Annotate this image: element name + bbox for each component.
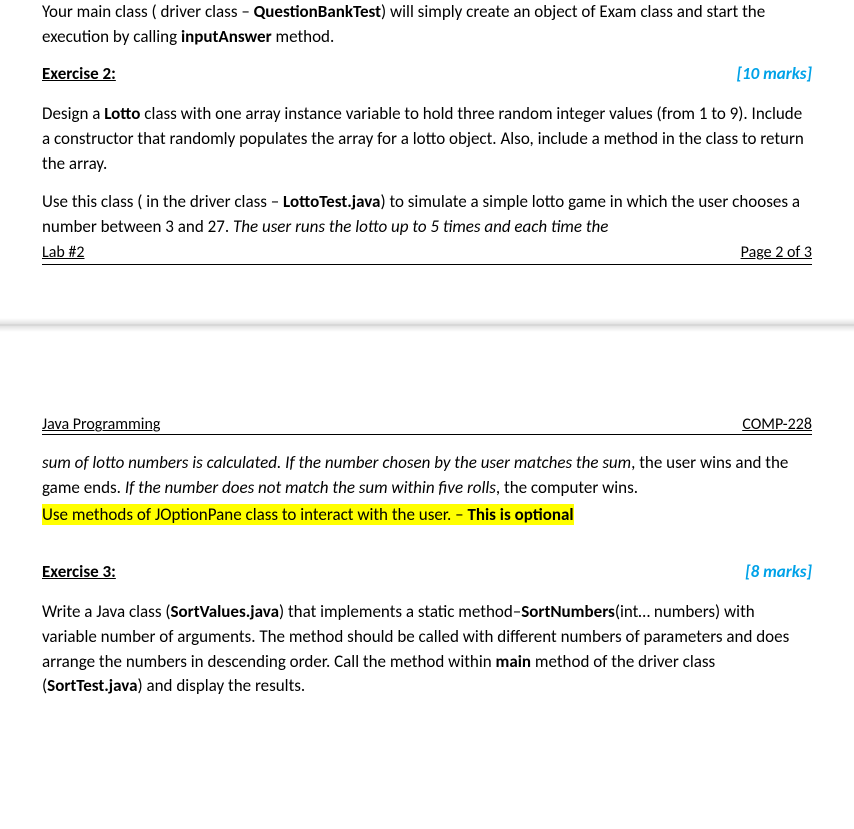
exercise-2-heading-row: Exercise 2: [10 marks] — [42, 63, 812, 84]
exercise-3-heading: Exercise 3: — [42, 561, 116, 582]
page-2-content: Your main class ( driver class – Questio… — [0, 0, 854, 265]
highlight: Use methods of JOptionPane class to inte… — [42, 504, 574, 525]
text: Use this class ( in the driver class – — [42, 191, 283, 212]
header-left: Java Programming — [42, 415, 160, 434]
emphasis: The user runs the lotto up to 5 times an… — [233, 216, 608, 237]
header-rule — [42, 434, 812, 435]
text: Use methods of JOptionPane class to inte… — [42, 504, 467, 525]
exercise-3-heading-row: Exercise 3: [8 marks] — [42, 561, 812, 582]
exercise-2-paragraph-2: Use this class ( in the driver class – L… — [42, 190, 812, 239]
page-3-content: Java Programming COMP-228 sum of lotto n… — [0, 415, 854, 698]
exercise-2-heading: Exercise 2: — [42, 63, 116, 84]
bold-text: This is optional — [467, 504, 573, 525]
class-name: SortTest.java — [47, 675, 137, 696]
page-break — [0, 265, 854, 385]
exercise-2-continuation: sum of lotto numbers is calculated. If t… — [42, 451, 812, 500]
text: Write a Java class ( — [42, 601, 170, 622]
text: ) that implements a static method– — [279, 601, 521, 622]
page-2-footer: Lab #2 Page 2 of 3 — [42, 243, 812, 264]
emphasis: sum of lotto numbers is calculated. If t… — [42, 452, 631, 473]
exercise-2-paragraph-1: Design a Lotto class with one array inst… — [42, 102, 812, 176]
method-name: main — [496, 651, 532, 672]
footer-left: Lab #2 — [42, 243, 85, 262]
joptionpane-note: Use methods of JOptionPane class to inte… — [42, 503, 812, 528]
emphasis: If the number does not match the sum wit… — [125, 477, 496, 498]
class-name: Lotto — [104, 103, 140, 124]
exercise-3-paragraph: Write a Java class (SortValues.java) tha… — [42, 600, 812, 699]
footer-right: Page 2 of 3 — [741, 243, 812, 262]
method-name: SortNumbers — [521, 601, 615, 622]
header-right: COMP-228 — [742, 415, 812, 434]
text: , the computer wins. — [496, 477, 638, 498]
method-name: inputAnswer — [181, 26, 272, 47]
text: method. — [272, 26, 335, 47]
class-name: LottoTest.java — [283, 191, 380, 212]
text: Your main class ( driver class – — [42, 1, 254, 22]
text: class with one array instance variable t… — [42, 103, 804, 173]
class-name: SortValues.java — [170, 601, 278, 622]
intro-paragraph: Your main class ( driver class – Questio… — [42, 0, 812, 49]
class-name: QuestionBankTest — [254, 1, 381, 22]
page-3-header: Java Programming COMP-228 — [42, 415, 812, 434]
exercise-3-marks: [8 marks] — [745, 561, 812, 582]
text: Design a — [42, 103, 104, 124]
text: ) and display the results. — [137, 675, 305, 696]
exercise-2-marks: [10 marks] — [737, 63, 812, 84]
